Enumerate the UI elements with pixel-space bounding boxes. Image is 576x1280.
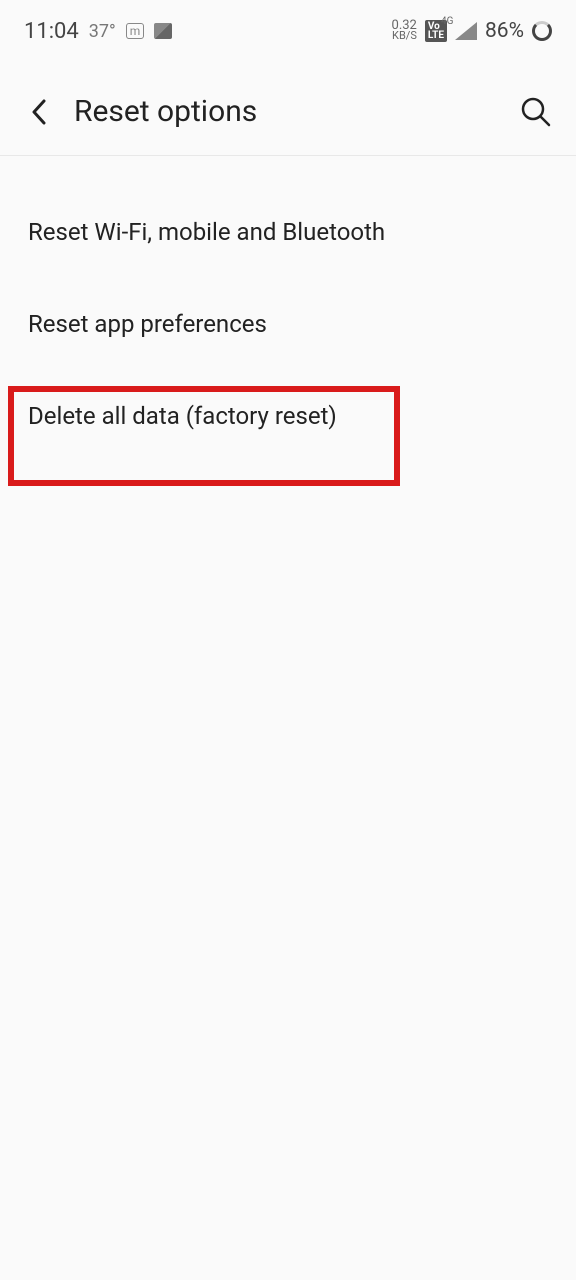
memo-icon: m [126, 23, 145, 39]
chevron-left-icon [31, 99, 47, 125]
option-label: Delete all data (factory reset) [28, 402, 337, 430]
page-header: Reset options [0, 58, 576, 156]
option-reset-wifi[interactable]: Reset Wi-Fi, mobile and Bluetooth [0, 186, 576, 278]
option-label: Reset app preferences [28, 310, 267, 338]
options-list: Reset Wi-Fi, mobile and Bluetooth Reset … [0, 156, 576, 462]
battery-percent: 86% [485, 19, 524, 43]
option-label: Reset Wi-Fi, mobile and Bluetooth [28, 218, 385, 246]
battery-circle-icon [532, 21, 552, 41]
gallery-icon [154, 23, 172, 39]
signal-icon: 4G [455, 22, 477, 40]
search-icon [521, 97, 551, 127]
status-bar: 11:04 37° m 0.32 KB/S VoLTE 4G 86% [0, 0, 576, 58]
option-reset-app-prefs[interactable]: Reset app preferences [0, 278, 576, 370]
status-temperature: 37° [89, 21, 116, 42]
data-speed-indicator: 0.32 KB/S [392, 21, 417, 41]
status-time: 11:04 [24, 19, 79, 44]
search-button[interactable] [520, 96, 552, 128]
status-left: 11:04 37° m [24, 19, 172, 44]
back-button[interactable] [24, 97, 54, 127]
page-title: Reset options [74, 94, 500, 129]
option-factory-reset[interactable]: Delete all data (factory reset) [0, 370, 576, 462]
status-right: 0.32 KB/S VoLTE 4G 86% [392, 19, 552, 43]
